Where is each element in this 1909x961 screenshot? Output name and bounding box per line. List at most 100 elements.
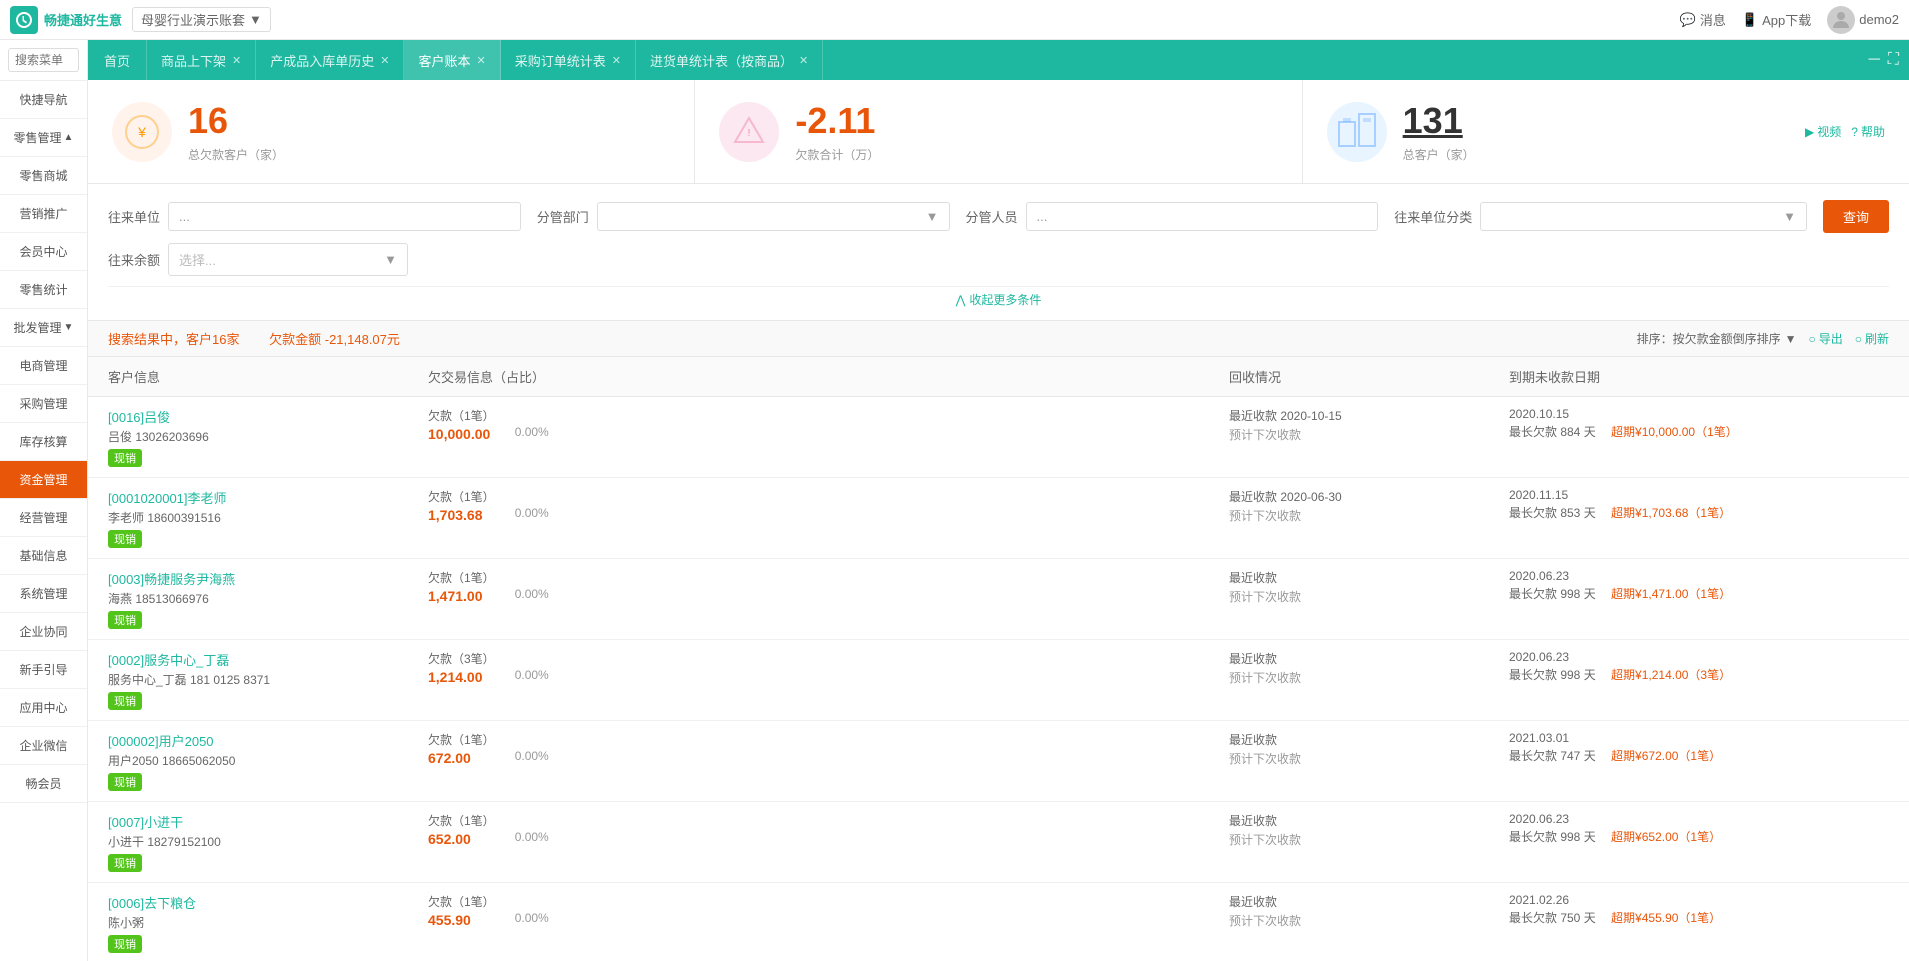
system-selector[interactable]: 母婴行业演示账套 ▼ bbox=[132, 7, 271, 32]
sidebar-item-finance[interactable]: 资金管理 bbox=[0, 461, 87, 499]
sidebar-item-basic-info[interactable]: 基础信息 bbox=[0, 537, 87, 575]
refresh-button[interactable]: ○ 刷新 bbox=[1855, 330, 1889, 347]
tab-close-icon[interactable]: ✕ bbox=[380, 54, 389, 67]
tab-close-icon[interactable]: ✕ bbox=[477, 54, 486, 67]
tab-close-icon[interactable]: ✕ bbox=[232, 54, 241, 67]
sidebar-item-appstore[interactable]: 应用中心 bbox=[0, 689, 87, 727]
overdue-link-0[interactable]: 超期¥10,000.00（1笔） bbox=[1611, 425, 1738, 439]
tab-finished-goods[interactable]: 产成品入库单历史 ✕ bbox=[256, 40, 404, 80]
recent-collect-5: 最近收款 bbox=[1229, 812, 1509, 829]
main-content: ¥ 16 总欠款客户（家） ! bbox=[88, 80, 1909, 961]
debt-amount-2[interactable]: 1,471.00 bbox=[428, 588, 495, 604]
sidebar-item-inventory[interactable]: 库存核算 bbox=[0, 423, 87, 461]
filter-item-category: 往来单位分类 ▼ bbox=[1394, 202, 1807, 231]
tab-close-icon[interactable]: ✕ bbox=[799, 54, 808, 67]
logo-icon bbox=[10, 6, 38, 34]
overdue-link-2[interactable]: 超期¥1,471.00（1笔） bbox=[1611, 587, 1731, 601]
customer-contact-1: 李老师 18600391516 bbox=[108, 509, 428, 526]
chevron-down-icon: ▼ bbox=[249, 12, 262, 27]
filter-input-person[interactable]: ... bbox=[1026, 202, 1379, 231]
customer-name-3[interactable]: [0002]服务中心_丁磊 bbox=[108, 650, 428, 669]
overdue-link-5[interactable]: 超期¥652.00（1笔） bbox=[1611, 830, 1721, 844]
tab-inbound-stats[interactable]: 进货单统计表（按商品） ✕ bbox=[636, 40, 823, 80]
tab-close-icon[interactable]: ✕ bbox=[612, 54, 621, 67]
debt-amount-6[interactable]: 455.90 bbox=[428, 912, 495, 928]
debt-amount-3[interactable]: 1,214.00 bbox=[428, 669, 495, 685]
customer-tag-1: 现销 bbox=[108, 530, 142, 548]
next-collect-6: 预计下次收款 bbox=[1229, 912, 1509, 929]
overdue-days-3: 最长欠款 998 天 超期¥1,214.00（3笔） bbox=[1509, 666, 1889, 683]
customer-name-2[interactable]: [0003]畅捷服务尹海燕 bbox=[108, 569, 428, 588]
filter-input-dept[interactable]: ▼ bbox=[597, 202, 950, 231]
filter-label-balance: 往来余额 bbox=[108, 250, 160, 269]
search-button[interactable]: 查询 bbox=[1823, 200, 1889, 233]
sidebar-item-ecom[interactable]: 电商管理 bbox=[0, 347, 87, 385]
sidebar-search-input[interactable] bbox=[8, 48, 79, 72]
recovery-info-0: 最近收款 2020-10-15 预计下次收款 bbox=[1229, 407, 1509, 443]
maximize-icon[interactable]: ⛶ bbox=[1888, 51, 1899, 69]
table-row: [0003]畅捷服务尹海燕 海燕 18513066976 现销 欠款（1笔） 1… bbox=[88, 559, 1909, 640]
overdue-link-3[interactable]: 超期¥1,214.00（3笔） bbox=[1611, 668, 1731, 682]
app-download-button[interactable]: 📱 App下载 bbox=[1742, 10, 1811, 29]
filter-collapse-button[interactable]: ⋀ 收起更多条件 bbox=[108, 286, 1889, 312]
filter-input-category[interactable]: ▼ bbox=[1480, 202, 1807, 231]
video-link[interactable]: ▶ 视频 bbox=[1805, 123, 1841, 140]
filter-input-unit[interactable]: ... bbox=[168, 202, 521, 231]
sidebar-item-enterprise[interactable]: 企业协同 bbox=[0, 613, 87, 651]
sort-label[interactable]: 排序：按欠款金额倒序排序 ▼ bbox=[1637, 330, 1797, 347]
debt-amount-1[interactable]: 1,703.68 bbox=[428, 507, 495, 523]
help-icon: ? bbox=[1851, 125, 1858, 139]
customer-name-1[interactable]: [0001020001]李老师 bbox=[108, 488, 428, 507]
debt-amount-0[interactable]: 10,000.00 bbox=[428, 426, 495, 442]
results-right: 排序：按欠款金额倒序排序 ▼ ○ 导出 ○ 刷新 bbox=[1637, 330, 1889, 347]
sidebar-item-purchase[interactable]: 采购管理 bbox=[0, 385, 87, 423]
sidebar-item-retail-mall[interactable]: 零售商城 bbox=[0, 157, 87, 195]
debt-amount-4[interactable]: 672.00 bbox=[428, 750, 495, 766]
overdue-info-1: 2020.11.15 最长欠款 853 天 超期¥1,703.68（1笔） bbox=[1509, 488, 1889, 521]
customer-name-0[interactable]: [0016]吕俊 bbox=[108, 407, 428, 426]
customer-contact-3: 服务中心_丁磊 181 0125 8371 bbox=[108, 671, 428, 688]
chevron-down-icon: ▼ bbox=[1785, 332, 1797, 346]
customer-name-5[interactable]: [0007]小进干 bbox=[108, 812, 428, 831]
recovery-info-5: 最近收款 预计下次收款 bbox=[1229, 812, 1509, 848]
overdue-link-4[interactable]: 超期¥672.00（1笔） bbox=[1611, 749, 1721, 763]
sidebar-item-system[interactable]: 系统管理 bbox=[0, 575, 87, 613]
export-button[interactable]: ○ 导出 bbox=[1808, 330, 1842, 347]
table-row: [0016]吕俊 吕俊 13026203696 现销 欠款（1笔） 10,000… bbox=[88, 397, 1909, 478]
logo-area: 畅捷通好生意 bbox=[10, 6, 122, 34]
customer-name-4[interactable]: [000002]用户2050 bbox=[108, 731, 428, 750]
tab-customer-account[interactable]: 客户账本 ✕ bbox=[404, 40, 500, 80]
recent-collect-6: 最近收款 bbox=[1229, 893, 1509, 910]
customer-tag-3: 现销 bbox=[108, 692, 142, 710]
sidebar-item-member2[interactable]: 畅会员 bbox=[0, 765, 87, 803]
overdue-days-5: 最长欠款 998 天 超期¥652.00（1笔） bbox=[1509, 828, 1889, 845]
help-link[interactable]: ? 帮助 bbox=[1851, 123, 1885, 140]
stat-card-debt-total: ! -2.11 欠款合计（万） bbox=[695, 80, 1302, 183]
stat-value-debt-customers: 16 bbox=[188, 100, 284, 142]
debt-amount-5[interactable]: 652.00 bbox=[428, 831, 495, 847]
sidebar-item-wholesale[interactable]: 批发管理 ▼ bbox=[0, 309, 87, 347]
tab-product-shelf[interactable]: 商品上下架 ✕ bbox=[147, 40, 256, 80]
overdue-days-0: 最长欠款 884 天 超期¥10,000.00（1笔） bbox=[1509, 423, 1889, 440]
customer-name-6[interactable]: [0006]去下粮仓 bbox=[108, 893, 428, 912]
sidebar-item-retail-mgmt[interactable]: 零售管理 ▲ bbox=[0, 119, 87, 157]
sidebar-item-retail-stats[interactable]: 零售统计 bbox=[0, 271, 87, 309]
svg-text:¥: ¥ bbox=[137, 124, 146, 140]
filter-item-dept: 分管部门 ▼ bbox=[537, 202, 950, 231]
sidebar-item-wechat[interactable]: 企业微信 bbox=[0, 727, 87, 765]
minimize-icon[interactable]: ─ bbox=[1868, 51, 1879, 69]
user-menu[interactable]: demo2 bbox=[1827, 6, 1899, 34]
stat-value-debt-total: -2.11 bbox=[795, 100, 879, 142]
sidebar-item-marketing[interactable]: 营销推广 bbox=[0, 195, 87, 233]
phone-icon: 📱 bbox=[1742, 12, 1758, 28]
message-button[interactable]: 💬 消息 bbox=[1680, 10, 1726, 29]
sidebar-item-operations[interactable]: 经营管理 bbox=[0, 499, 87, 537]
filter-input-balance[interactable]: 选择... ▼ bbox=[168, 243, 408, 276]
sidebar-item-guide[interactable]: 新手引导 bbox=[0, 651, 87, 689]
overdue-link-1[interactable]: 超期¥1,703.68（1笔） bbox=[1611, 506, 1731, 520]
tab-purchase-stats[interactable]: 采购订单统计表 ✕ bbox=[501, 40, 636, 80]
sidebar-item-quick-nav[interactable]: 快捷导航 bbox=[0, 81, 87, 119]
sidebar-item-member[interactable]: 会员中心 bbox=[0, 233, 87, 271]
tab-home[interactable]: 首页 bbox=[88, 40, 147, 80]
overdue-link-6[interactable]: 超期¥455.90（1笔） bbox=[1611, 911, 1721, 925]
